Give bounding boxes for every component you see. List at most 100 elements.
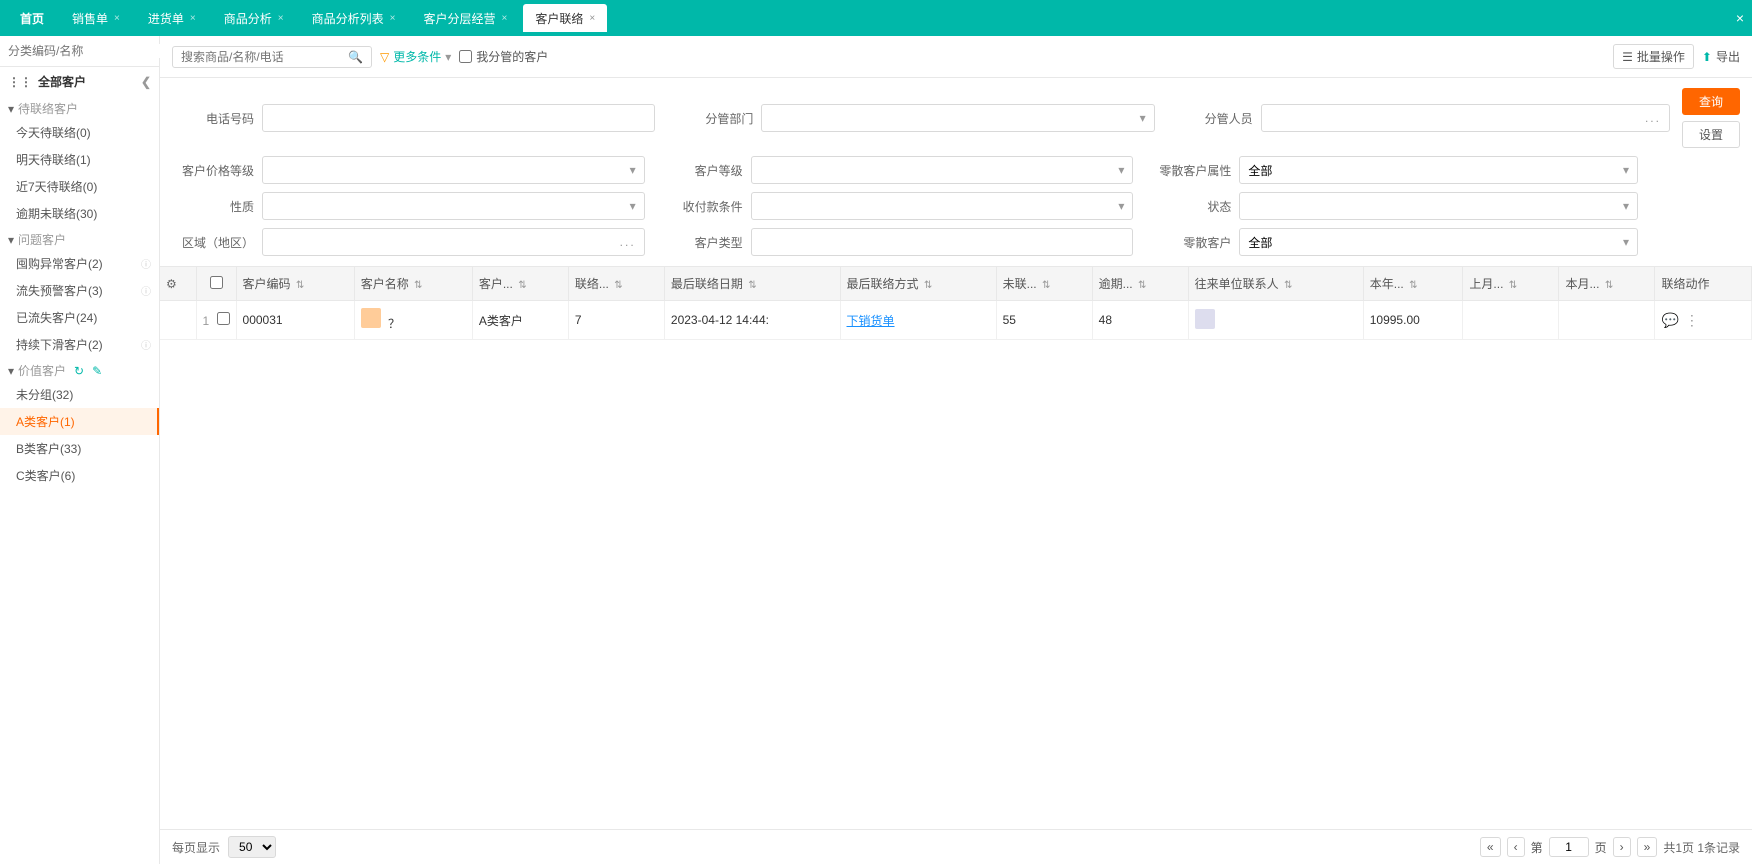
info-icon-declining: ⓘ — [141, 337, 151, 352]
phone-input[interactable] — [262, 104, 655, 132]
sort-this-year-icon[interactable]: ⇅ — [1409, 280, 1417, 291]
sidebar-item-today[interactable]: 今天待联络(0) — [0, 119, 159, 146]
nav-tab-analysis-label: 商品分析 — [224, 10, 272, 27]
all-customers-label: 全部客户 — [38, 73, 86, 90]
region-input[interactable]: ... — [262, 228, 645, 256]
sort-last-method-icon[interactable]: ⇅ — [924, 280, 932, 291]
manager-dots-icon: ... — [1645, 111, 1661, 125]
last-page-button[interactable]: » — [1637, 837, 1658, 857]
table-settings-icon[interactable]: ⚙ — [166, 277, 177, 291]
my-customers-check[interactable] — [459, 50, 472, 63]
row-unit-contact — [1188, 301, 1363, 340]
nav-tab-customer-contact[interactable]: 客户联络 × — [523, 4, 607, 32]
sort-this-month-icon[interactable]: ⇅ — [1605, 280, 1613, 291]
sort-overdue-icon[interactable]: ⇅ — [1138, 280, 1146, 291]
sidebar-item-tomorrow[interactable]: 明天待联络(1) — [0, 146, 159, 173]
close-customer-tier-icon[interactable]: × — [501, 13, 507, 24]
sidebar-collapse-icon[interactable]: ❮ — [141, 75, 151, 89]
sidebar-all-customers[interactable]: ⋮⋮ 全部客户 ❮ — [0, 67, 159, 96]
close-analysis-list-icon[interactable]: × — [390, 13, 396, 24]
pagination: « ‹ 第 页 › » 共1页 1条记录 — [1480, 837, 1740, 857]
batch-ops-button[interactable]: ☰ 批量操作 — [1613, 44, 1694, 69]
row-checkbox-cell: 1 — [196, 301, 236, 340]
nav-tab-sales-label: 销售单 — [72, 10, 108, 27]
prev-page-button[interactable]: ‹ — [1507, 837, 1525, 857]
sort-code-icon[interactable]: ⇅ — [296, 280, 304, 291]
setting-button[interactable]: 设置 — [1682, 121, 1740, 148]
sidebar-item-7days[interactable]: 近7天待联络(0) — [0, 173, 159, 200]
sidebar-item-churn-warn[interactable]: 流失预警客户(3) ⓘ — [0, 277, 159, 304]
advanced-filter: 电话号码 分管部门 ▾ 分管人员 ... — [160, 78, 1752, 267]
filter-search-input[interactable] — [181, 50, 344, 64]
sort-unit-contact-icon[interactable]: ⇅ — [1284, 280, 1292, 291]
close-all-button[interactable]: × — [1736, 10, 1744, 26]
nav-tab-purchase[interactable]: 进货单 × — [136, 4, 208, 32]
filter-more-button[interactable]: ▽ 更多条件 ▾ — [380, 48, 451, 65]
sort-uncontacted-icon[interactable]: ⇅ — [1042, 280, 1050, 291]
nature-select[interactable]: ▾ — [262, 192, 645, 220]
sidebar-item-churned[interactable]: 已流失客户(24) — [0, 304, 159, 331]
next-page-button[interactable]: › — [1613, 837, 1631, 857]
customer-tier-select[interactable]: ▾ — [751, 156, 1134, 184]
nav-tab-analysis-list[interactable]: 商品分析列表 × — [300, 4, 408, 32]
sidebar-item-declining[interactable]: 持续下滑客户(2) ⓘ — [0, 331, 159, 358]
sidebar-item-c-class[interactable]: C类客户(6) — [0, 462, 159, 489]
my-customers-checkbox[interactable]: 我分管的客户 — [459, 48, 548, 65]
sort-name-icon[interactable]: ⇅ — [414, 280, 422, 291]
sidebar-item-overdue[interactable]: 逾期未联络(30) — [0, 200, 159, 227]
nav-tab-analysis[interactable]: 商品分析 × — [212, 4, 296, 32]
customer-type-text[interactable] — [760, 235, 1125, 249]
select-all-checkbox[interactable] — [210, 276, 223, 289]
sidebar-item-hoard[interactable]: 囤购异常客户(2) ⓘ — [0, 250, 159, 277]
manager-input[interactable]: ... — [1261, 104, 1670, 132]
edit-value-icon[interactable]: ✎ — [92, 364, 102, 378]
nav-tab-purchase-label: 进货单 — [148, 10, 184, 27]
sidebar-item-b-class[interactable]: B类客户(33) — [0, 435, 159, 462]
filter-action-col: 查询 设置 — [1682, 88, 1740, 148]
row-select-checkbox[interactable] — [217, 312, 230, 325]
sort-contact-icon[interactable]: ⇅ — [614, 280, 622, 291]
sidebar-item-a-class[interactable]: A类客户(1) — [0, 408, 159, 435]
price-tier-select[interactable]: ▾ — [262, 156, 645, 184]
sidebar-item-ungroup[interactable]: 未分组(32) — [0, 381, 159, 408]
nav-tab-home[interactable]: 首页 — [8, 4, 56, 32]
sidebar-search-bar: 🔍 — [0, 36, 159, 67]
triangle-icon-2: ▾ — [8, 233, 14, 247]
sidebar-search-input[interactable] — [8, 44, 163, 58]
col-checkbox — [196, 267, 236, 301]
close-customer-contact-icon[interactable]: × — [589, 13, 595, 24]
nav-tab-sales[interactable]: 销售单 × — [60, 4, 132, 32]
sort-last-month-icon[interactable]: ⇅ — [1509, 280, 1517, 291]
phone-text-input[interactable] — [271, 111, 646, 125]
payment-select[interactable]: ▾ — [751, 192, 1134, 220]
grid-action-icon[interactable]: ⋮ — [1685, 312, 1699, 329]
first-page-button[interactable]: « — [1480, 837, 1501, 857]
dept-select[interactable]: ▾ — [761, 104, 1154, 132]
refresh-icon[interactable]: ↻ — [74, 364, 84, 378]
filter-icon: ▽ — [380, 50, 389, 64]
customer-type-input[interactable] — [751, 228, 1134, 256]
close-sales-icon[interactable]: × — [114, 13, 120, 24]
filter-search-box[interactable]: 🔍 — [172, 46, 372, 68]
total-info: 共1页 1条记录 — [1663, 839, 1740, 856]
my-customers-label: 我分管的客户 — [476, 48, 548, 65]
page-word: 第 — [1531, 839, 1543, 856]
nav-tab-customer-tier[interactable]: 客户分层经营 × — [411, 4, 519, 32]
col-last-date: 最后联络日期 ⇅ — [664, 267, 840, 301]
last-method-link[interactable]: 下销货单 — [847, 314, 895, 328]
row-last-method[interactable]: 下销货单 — [840, 301, 996, 340]
row-code: 000031 — [236, 301, 354, 340]
query-button[interactable]: 查询 — [1682, 88, 1740, 115]
close-analysis-icon[interactable]: × — [278, 13, 284, 24]
sidebar-section-problem: ▾ 问题客户 — [0, 227, 159, 250]
close-purchase-icon[interactable]: × — [190, 13, 196, 24]
retail-attr-select[interactable]: 全部 ▾ — [1239, 156, 1638, 184]
export-button[interactable]: ⬆ 导出 — [1702, 48, 1740, 65]
status-select[interactable]: ▾ — [1239, 192, 1638, 220]
retail-customer-select[interactable]: 全部 ▾ — [1239, 228, 1638, 256]
page-number-input[interactable] — [1549, 837, 1589, 857]
sort-last-date-icon[interactable]: ⇅ — [748, 280, 756, 291]
sort-type-icon[interactable]: ⇅ — [518, 280, 526, 291]
chat-icon[interactable]: 💬 — [1661, 312, 1678, 329]
page-size-select[interactable]: 50 — [228, 836, 276, 858]
